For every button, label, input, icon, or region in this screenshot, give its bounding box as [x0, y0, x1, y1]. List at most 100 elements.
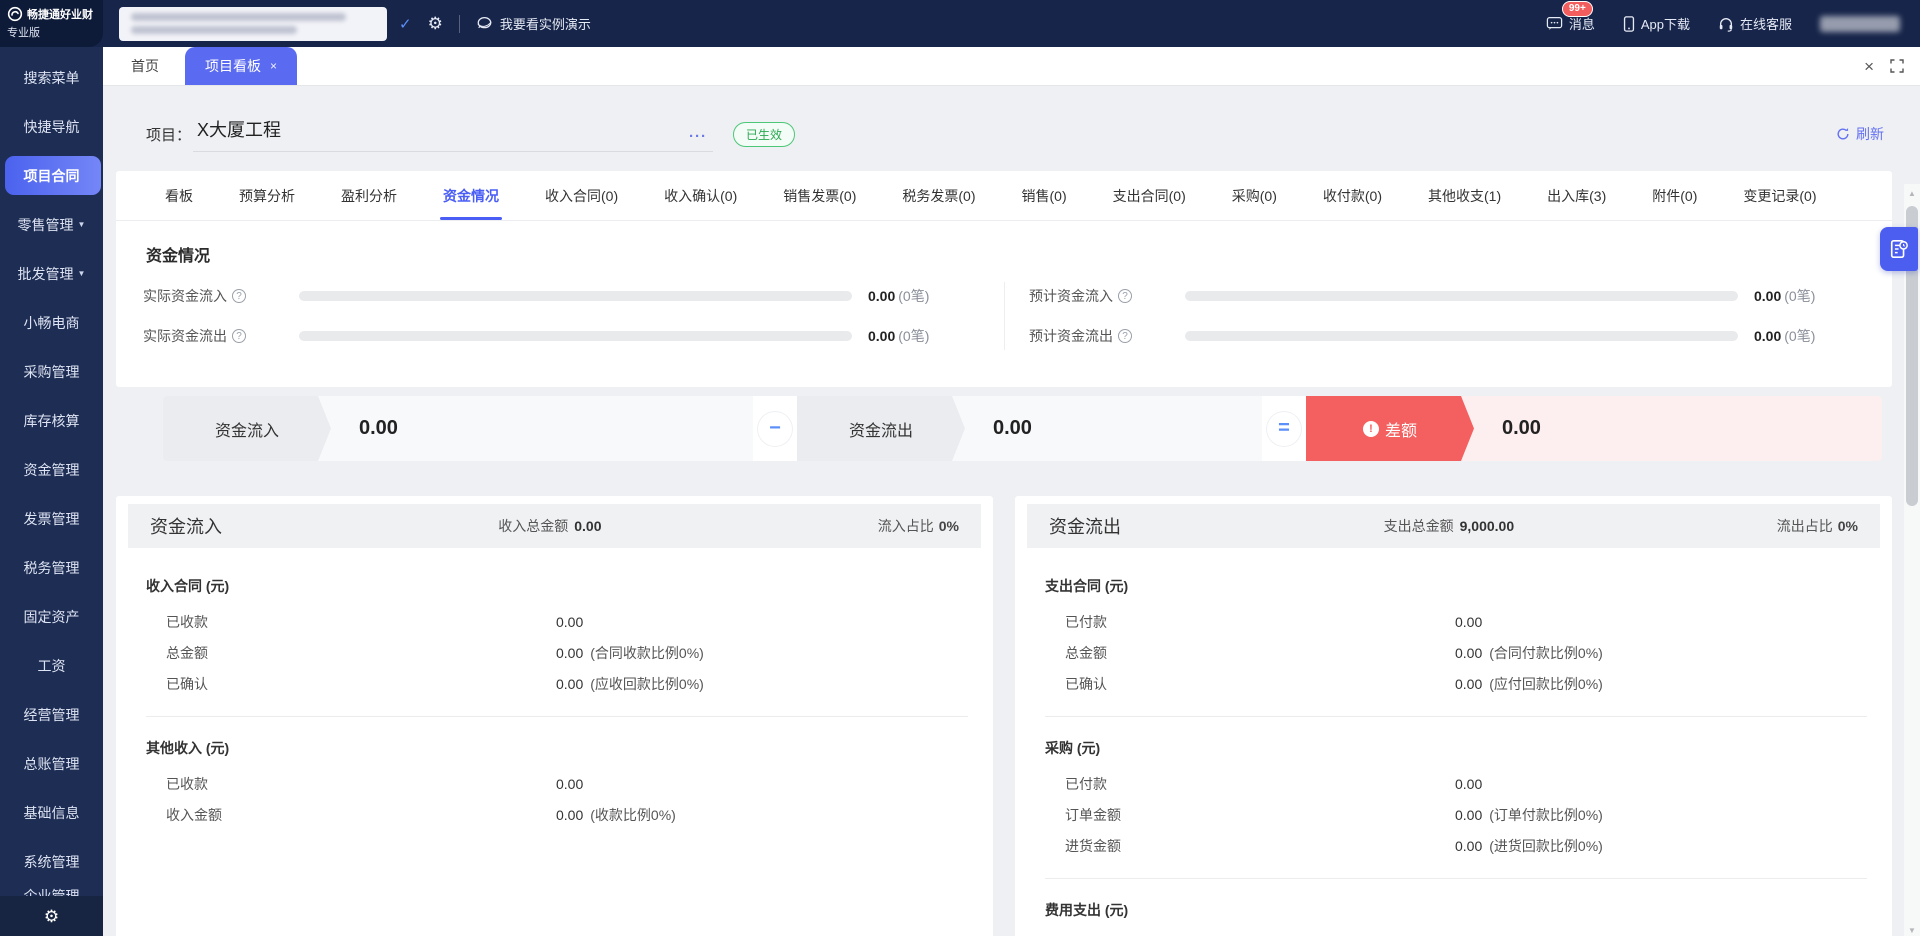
sidebar-item-invoices[interactable]: 发票管理: [0, 494, 103, 543]
app-download-label: App下载: [1640, 17, 1690, 32]
planet-bubble-icon: [476, 16, 493, 31]
sidebar-item-funds[interactable]: 资金管理: [0, 445, 103, 494]
brand-logo-icon: [7, 6, 23, 22]
sidebar-item-purchasing[interactable]: 采购管理: [0, 347, 103, 396]
tab-close-icon[interactable]: ×: [270, 59, 277, 73]
tab-sales-invoice[interactable]: 销售发票(0): [760, 171, 879, 220]
tab-purchase[interactable]: 采购(0): [1209, 171, 1300, 220]
equals-icon: =: [1267, 411, 1301, 446]
brand-edition: 专业版: [7, 27, 40, 39]
data-row: 已付款0.00: [1065, 613, 1483, 630]
report-float-button[interactable]: [1880, 227, 1918, 271]
refresh-button[interactable]: 刷新: [1836, 124, 1884, 144]
more-button[interactable]: ···: [689, 129, 707, 144]
section-divider: [146, 716, 968, 717]
sidebar-item-tax[interactable]: 税务管理: [0, 543, 103, 592]
messages-badge: 99+: [1561, 1, 1593, 17]
tab-income-confirm[interactable]: 收入确认(0): [641, 171, 760, 220]
inflow-panel: 资金流入 收入总金额 0.00 流入占比 0% 收入合同 (元) 已收款 0.00 总…: [116, 496, 993, 936]
messages-button[interactable]: 99+ 消息: [1546, 1, 1595, 33]
sidebar-item-general-ledger[interactable]: 总账管理: [0, 739, 103, 788]
difference-value: 0.00: [1502, 417, 1541, 439]
sidebar-item-project-contract[interactable]: 项目合同: [0, 151, 103, 200]
panel-title: 资金流入: [150, 517, 222, 537]
phone-icon: [1623, 15, 1635, 32]
section-title: 其他收入 (元): [146, 740, 230, 756]
refresh-label: 刷新: [1856, 126, 1884, 142]
fund-row-actual-inflow: 实际资金流入? 0.00 (0笔): [143, 288, 930, 304]
help-icon[interactable]: ?: [1118, 329, 1132, 343]
outflow-value: 0.00: [993, 417, 1032, 439]
settings-gear-icon[interactable]: ⚙: [428, 15, 443, 32]
funds-bars: 实际资金流入? 0.00 (0笔) 实际资金流出? 0.00 (0笔) 预计资金…: [143, 276, 1866, 356]
funds-card: 看板 预算分析 盈利分析 资金情况 收入合同(0) 收入确认(0) 销售发票(0…: [116, 171, 1892, 387]
sidebar-item-payroll[interactable]: 工资: [0, 641, 103, 690]
fullscreen-icon[interactable]: [1890, 59, 1904, 73]
tab-payments[interactable]: 收付款(0): [1300, 171, 1405, 220]
tab-tax-invoice[interactable]: 税务发票(0): [879, 171, 998, 220]
sidebar-item-fixed-assets[interactable]: 固定资产: [0, 592, 103, 641]
app-download-button[interactable]: App下载: [1623, 14, 1690, 33]
section-title: 收入合同 (元): [146, 578, 230, 594]
tab-board[interactable]: 看板: [142, 171, 216, 220]
help-icon[interactable]: ?: [1118, 289, 1132, 303]
progress-bar: [299, 331, 852, 341]
sidebar-item-retail[interactable]: 零售管理 ▼: [0, 200, 103, 249]
support-button[interactable]: 在线客服: [1718, 14, 1792, 33]
difference-label: ! 差额: [1306, 396, 1474, 461]
sidebar-item-quick-nav[interactable]: 快捷导航: [0, 102, 103, 151]
headset-icon: [1718, 16, 1734, 32]
project-label: 项目：: [146, 126, 192, 144]
tab-sales[interactable]: 销售(0): [999, 171, 1090, 220]
sidebar-item-search-menu[interactable]: 搜索菜单: [0, 53, 103, 102]
sidebar-item-operations[interactable]: 经营管理: [0, 690, 103, 739]
company-selector[interactable]: [119, 6, 387, 41]
funds-section-title: 资金情况: [146, 248, 211, 265]
sidebar-gear-icon[interactable]: ⚙: [44, 908, 59, 925]
data-row: 已确认 0.00 (应付回款比例0%): [1065, 675, 1603, 692]
message-bubble-icon: [1546, 16, 1563, 31]
data-row: 已收款 0.00: [166, 613, 584, 630]
brand-logo: 畅捷通好业财 专业版: [0, 0, 103, 47]
fund-row-expected-inflow: 预计资金流入? 0.00 (0笔): [1029, 288, 1816, 304]
data-row: 已确认 0.00 (应收回款比例0%): [166, 675, 704, 692]
help-icon[interactable]: ?: [232, 329, 246, 343]
vertical-scrollbar[interactable]: ▲ ▼: [1904, 184, 1920, 936]
data-row: 总金额 0.00 (合同付款比例0%): [1065, 644, 1603, 661]
tab-income-contract[interactable]: 收入合同(0): [522, 171, 641, 220]
tab-profit-analysis[interactable]: 盈利分析: [318, 171, 420, 220]
tab-change-log[interactable]: 变更记录(0): [1720, 171, 1839, 220]
section-title: 采购 (元): [1045, 740, 1101, 756]
data-row: 订单金额 0.00 (订单付款比例0%): [1065, 806, 1603, 823]
tab-expense-contract[interactable]: 支出合同(0): [1090, 171, 1209, 220]
section-title: 支出合同 (元): [1045, 578, 1129, 594]
scroll-down-arrow[interactable]: ▼: [1908, 926, 1916, 935]
tab-project-board[interactable]: 项目看板 ×: [185, 47, 298, 85]
project-name-box[interactable]: X大厦工程 ···: [193, 116, 714, 152]
fund-row-actual-outflow: 实际资金流出? 0.00 (0笔): [143, 328, 930, 344]
inflow-panel-header: 资金流入 收入总金额 0.00 流入占比 0%: [128, 504, 981, 548]
sidebar-item-inventory[interactable]: 库存核算: [0, 396, 103, 445]
sidebar-item-ecommerce[interactable]: 小畅电商: [0, 298, 103, 347]
data-row: 收入金额 0.00 (收款比例0%): [166, 806, 676, 823]
close-all-icon[interactable]: ×: [1864, 58, 1874, 75]
sidebar-item-wholesale[interactable]: 批发管理 ▼: [0, 249, 103, 298]
tab-other-income-expense[interactable]: 其他收支(1): [1405, 171, 1524, 220]
data-row: 已收款 0.00: [166, 775, 584, 792]
sidebar-item-system[interactable]: 系统管理: [0, 837, 103, 886]
tab-home[interactable]: 首页: [117, 47, 173, 85]
page-tabstrip: 首页 项目看板 × ×: [103, 47, 1920, 85]
tab-funds-status[interactable]: 资金情况: [420, 171, 522, 220]
help-icon[interactable]: ?: [232, 289, 246, 303]
inflow-value: 0.00: [359, 417, 398, 439]
check-icon: ✓: [399, 15, 412, 33]
user-account[interactable]: [1820, 15, 1900, 32]
outflow-label: 资金流出: [797, 396, 965, 461]
demo-link[interactable]: 我要看实例演示: [476, 14, 591, 33]
tab-stock-in-out[interactable]: 出入库(3): [1524, 171, 1629, 220]
scroll-up-arrow[interactable]: ▲: [1908, 184, 1916, 200]
sidebar-item-base-info[interactable]: 基础信息: [0, 788, 103, 837]
tab-budget-analysis[interactable]: 预算分析: [216, 171, 318, 220]
tab-attachments[interactable]: 附件(0): [1629, 171, 1720, 220]
redacted-company-name: [131, 13, 346, 21]
